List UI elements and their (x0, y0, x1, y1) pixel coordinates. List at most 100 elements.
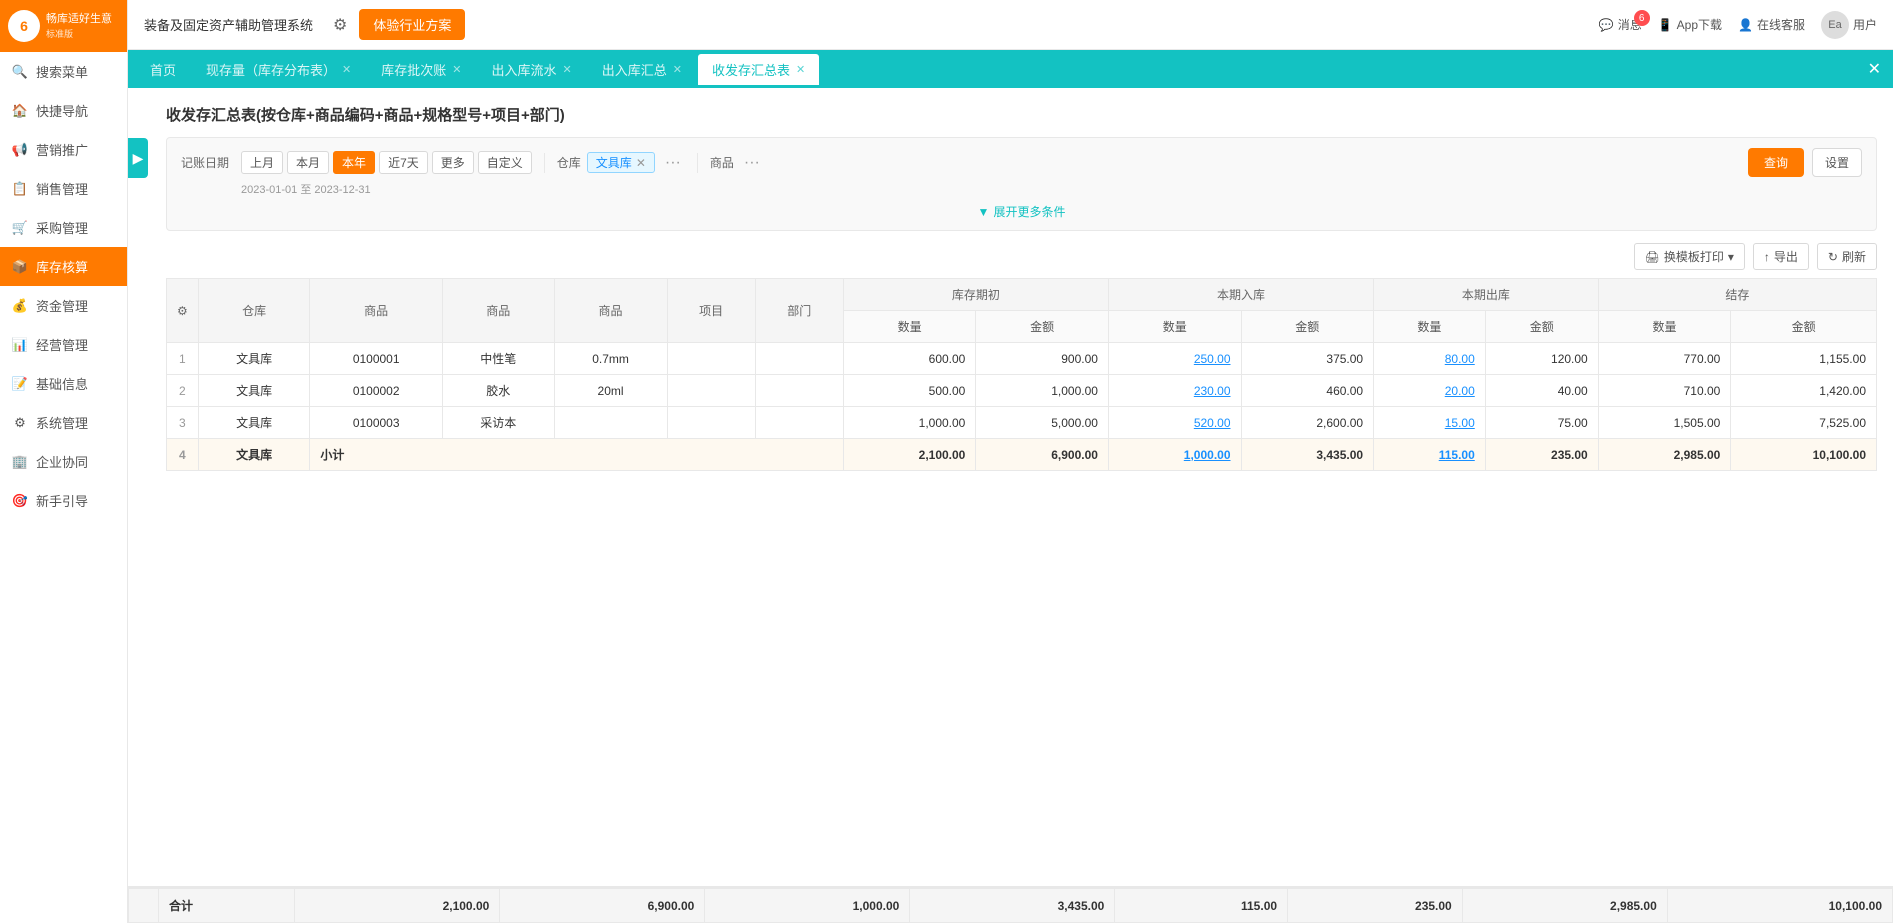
expand-more-btn[interactable]: ▼ 展开更多条件 (181, 203, 1862, 220)
col-settings-header[interactable]: ⚙ (167, 279, 199, 343)
subtotal-open-qty: 2,100.00 (843, 439, 976, 471)
online-service-label: 在线客服 (1757, 16, 1805, 33)
footer-in-amt: 3,435.00 (910, 889, 1115, 923)
sidebar-item-label: 库存核算 (36, 257, 88, 276)
tab-batch-ledger[interactable]: 库存批次账 ✕ (367, 54, 475, 85)
sidebar-item-enterprise[interactable]: 🏢 企业协同 (0, 442, 127, 481)
cell-in-qty[interactable]: 520.00 (1108, 407, 1241, 439)
warehouse-filter: 仓库 文具库 ✕ ··· (557, 152, 685, 173)
sidebar-item-finance[interactable]: 💰 资金管理 (0, 286, 127, 325)
sidebar-item-label: 搜索菜单 (36, 62, 88, 81)
side-collapse-arrow[interactable]: ▶ (128, 138, 148, 178)
expand-arrow-icon: ▼ (978, 205, 990, 219)
cell-in-qty[interactable]: 250.00 (1108, 343, 1241, 375)
date-btn-this-year[interactable]: 本年 (333, 151, 375, 174)
sidebar-item-label: 销售管理 (36, 179, 88, 198)
warehouse-tag: 文具库 ✕ (587, 152, 655, 173)
refresh-btn[interactable]: ↻ 刷新 (1817, 243, 1877, 270)
expand-label: 展开更多条件 (993, 203, 1065, 220)
col-in-header: 本期入库 (1108, 279, 1373, 311)
cell-out-qty[interactable]: 20.00 (1374, 375, 1486, 407)
cell-open-qty: 600.00 (843, 343, 976, 375)
notification-item[interactable]: 💬 消息 6 (1599, 16, 1642, 33)
content-area: ▶ 收发存汇总表(按仓库+商品编码+商品+规格型号+项目+部门) 记账日期 上月… (128, 88, 1893, 923)
cell-dept (755, 375, 843, 407)
cell-name: 胶水 (442, 375, 554, 407)
cell-code: 0100002 (310, 375, 443, 407)
cell-out-qty[interactable]: 80.00 (1374, 343, 1486, 375)
warehouse-tag-close[interactable]: ✕ (636, 156, 646, 170)
tab-recv-send-summary[interactable]: 收发存汇总表 ✕ (698, 54, 819, 85)
cell-open-amt: 5,000.00 (976, 407, 1109, 439)
cell-bal-amt: 1,420.00 (1731, 375, 1877, 407)
tab-in-out-flow[interactable]: 出入库流水 ✕ (477, 54, 585, 85)
app-download-item[interactable]: 📱 App下载 (1658, 16, 1722, 33)
user-label: 用户 (1853, 16, 1877, 33)
col-out-qty-header: 数量 (1374, 311, 1486, 343)
col-in-qty-header: 数量 (1108, 311, 1241, 343)
online-service-item[interactable]: 👤 在线客服 (1738, 16, 1805, 33)
subtotal-out-qty[interactable]: 115.00 (1374, 439, 1486, 471)
cell-warehouse: 文具库 (198, 343, 310, 375)
date-btn-prev-month[interactable]: 上月 (241, 151, 283, 174)
cell-in-amt: 375.00 (1241, 343, 1374, 375)
tab-in-out-summary[interactable]: 出入库汇总 ✕ (588, 54, 696, 85)
sidebar-item-operations[interactable]: 📊 经营管理 (0, 325, 127, 364)
subtotal-in-qty[interactable]: 1,000.00 (1108, 439, 1241, 471)
sidebar-item-search[interactable]: 🔍 搜索菜单 (0, 52, 127, 91)
table-row: 3 文具库 0100003 采访本 1,000.00 5,000.00 520.… (167, 407, 1877, 439)
trial-button[interactable]: 体验行业方案 (359, 9, 465, 40)
tab-close-in-out-summary[interactable]: ✕ (673, 63, 682, 76)
tab-batch-ledger-label: 库存批次账 (381, 60, 446, 79)
col-warehouse-header: 仓库 (198, 279, 310, 343)
query-button[interactable]: 查询 (1748, 148, 1804, 177)
date-btn-more[interactable]: 更多 (432, 151, 474, 174)
sidebar-item-quick-nav[interactable]: 🏠 快捷导航 (0, 91, 127, 130)
goods-more[interactable]: ··· (740, 154, 764, 172)
settings-icon[interactable]: ⚙ (333, 15, 347, 35)
sidebar-item-label: 新手引导 (36, 491, 88, 510)
warehouse-label: 仓库 (557, 154, 581, 171)
sidebar-item-marketing[interactable]: 📢 营销推广 (0, 130, 127, 169)
tab-close-batch-ledger[interactable]: ✕ (452, 63, 461, 76)
export-label: 导出 (1774, 248, 1798, 265)
tab-close-in-out-flow[interactable]: ✕ (563, 63, 572, 76)
sidebar-item-basic-info[interactable]: 📝 基础信息 (0, 364, 127, 403)
cell-warehouse: 文具库 (198, 407, 310, 439)
cell-bal-qty: 1,505.00 (1598, 407, 1731, 439)
finance-icon: 💰 (12, 298, 28, 314)
inventory-icon: 📦 (12, 259, 28, 275)
sidebar-item-system[interactable]: ⚙ 系统管理 (0, 403, 127, 442)
close-all-tabs-button[interactable]: ✕ (1864, 55, 1885, 83)
tab-close-recv-send-summary[interactable]: ✕ (796, 63, 805, 76)
settings-button[interactable]: 设置 (1812, 148, 1862, 177)
export-btn[interactable]: ↑ 导出 (1753, 243, 1809, 270)
service-icon: 👤 (1738, 18, 1753, 32)
sidebar-item-inventory[interactable]: 📦 库存核算 (0, 247, 127, 286)
subtotal-in-amt: 3,435.00 (1241, 439, 1374, 471)
print-btn[interactable]: 🖨 换模板打印 ▾ (1634, 243, 1745, 270)
date-btn-this-month[interactable]: 本月 (287, 151, 329, 174)
table-header-row1: ⚙ 仓库 商品 商品 商品 项目 部门 库存期初 本期入库 本期出库 结存 (167, 279, 1877, 311)
cell-open-amt: 900.00 (976, 343, 1109, 375)
col-in-amt-header: 金额 (1241, 311, 1374, 343)
tab-home[interactable]: 首页 (136, 54, 190, 85)
basic-info-icon: 📝 (12, 376, 28, 392)
sidebar-item-sales[interactable]: 📋 销售管理 (0, 169, 127, 208)
tab-close-inventory-dist[interactable]: ✕ (342, 63, 351, 76)
footer-bal-qty: 2,985.00 (1462, 889, 1667, 923)
date-btn-custom[interactable]: 自定义 (478, 151, 532, 174)
guide-icon: 🎯 (12, 493, 28, 509)
sidebar-item-guide[interactable]: 🎯 新手引导 (0, 481, 127, 520)
search-icon: 🔍 (12, 64, 28, 80)
user-item[interactable]: Ea 用户 (1821, 11, 1877, 39)
warehouse-more[interactable]: ··· (661, 154, 685, 172)
tab-in-out-flow-label: 出入库流水 (491, 60, 556, 79)
sidebar-item-purchase[interactable]: 🛒 采购管理 (0, 208, 127, 247)
date-btn-7days[interactable]: 近7天 (379, 151, 428, 174)
subtotal-label: 小计 (310, 439, 843, 471)
tab-home-label: 首页 (150, 60, 176, 79)
cell-in-qty[interactable]: 230.00 (1108, 375, 1241, 407)
cell-out-qty[interactable]: 15.00 (1374, 407, 1486, 439)
tab-inventory-dist[interactable]: 现存量（库存分布表） ✕ (192, 54, 365, 85)
